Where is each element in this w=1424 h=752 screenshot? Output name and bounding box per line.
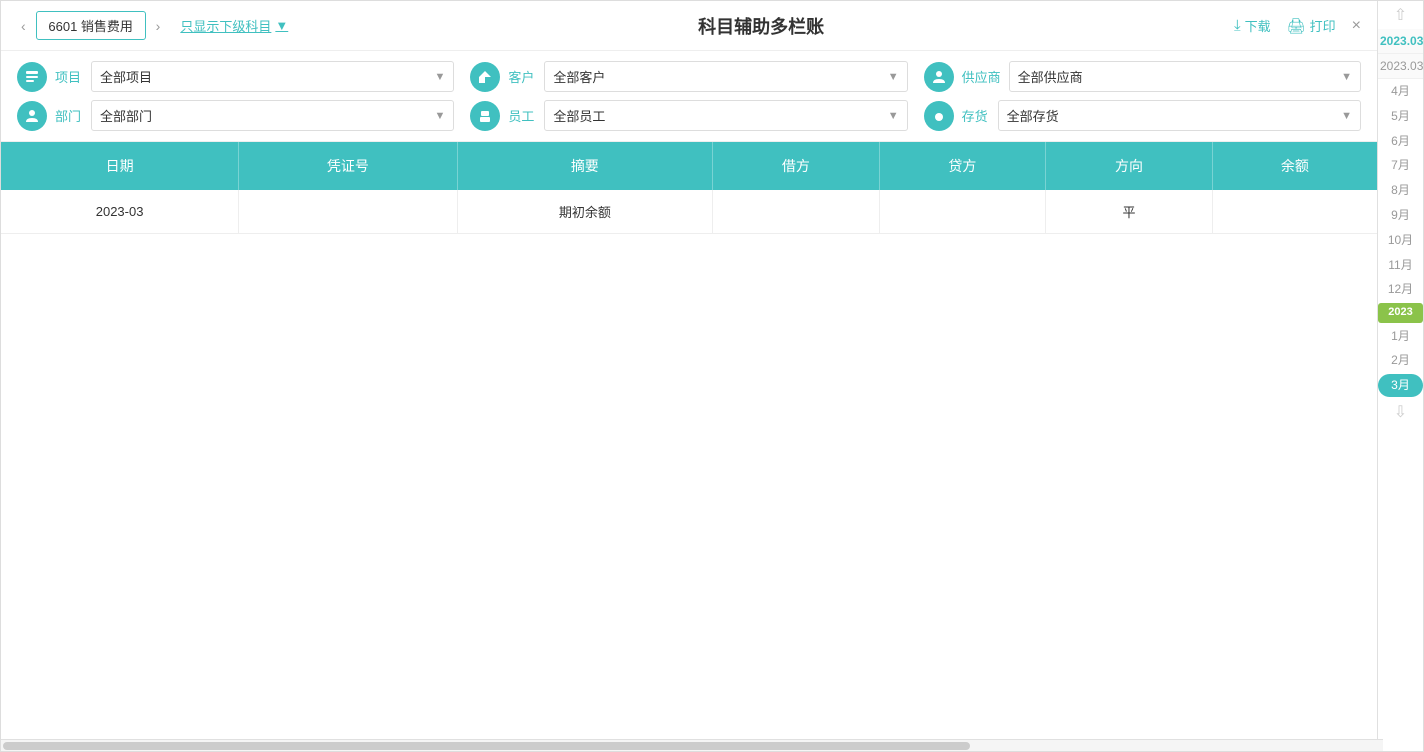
sidebar-month-6[interactable]: 6月 [1378,129,1423,154]
sidebar-scroll-up[interactable]: ⇧ [1378,1,1423,29]
show-sub-dropdown-icon: ▼ [275,18,288,33]
inventory-dropdown-icon: ▼ [1341,110,1352,122]
header-actions: ⤓ 下载 🖨 打印 [1234,16,1336,35]
employee-dropdown-icon: ▼ [888,110,899,122]
filter-row-1: 项目 全部项目 ▼ 客户 全部客户 ▼ [17,61,1361,92]
print-label: 打印 [1310,16,1336,35]
col-summary: 摘要 [457,142,712,190]
main-table-section: 日期 凭证号 摘要 借方 贷方 方向 余额 2023-03 期初余额 [1,142,1377,234]
header-bar: ‹ 6601 销售费用 › 只显示下级科目 ▼ 科目辅助多栏账 ⤓ 下载 🖨 打… [1,1,1377,51]
project-dropdown-icon: ▼ [434,71,445,83]
cell-balance [1212,190,1377,234]
sidebar-month-12[interactable]: 12月 [1378,277,1423,302]
supplier-icon [924,62,954,92]
col-direction: 方向 [1046,142,1213,190]
col-voucher: 凭证号 [239,142,457,190]
filter-department: 部门 全部部门 ▼ [17,100,454,131]
inventory-label: 存货 [962,106,990,125]
ledger-table: 日期 凭证号 摘要 借方 贷方 方向 余额 2023-03 期初余额 [1,142,1377,234]
cell-credit [879,190,1046,234]
cell-voucher [239,190,457,234]
sidebar-year-2023[interactable]: 2023 [1378,303,1423,322]
department-label: 部门 [55,106,83,125]
nav-left: ‹ 6601 销售费用 › [17,11,164,40]
col-debit: 借方 [713,142,880,190]
inventory-icon [924,101,954,131]
employee-icon [470,101,500,131]
col-date: 日期 [1,142,239,190]
department-value: 全部部门 [100,106,152,125]
filter-project: 项目 全部项目 ▼ [17,61,454,92]
cell-summary: 期初余额 [457,190,712,234]
project-value: 全部项目 [100,67,152,86]
download-btn[interactable]: ⤓ 下载 [1234,16,1271,35]
employee-label: 员工 [508,106,536,125]
sidebar-month-3-active[interactable]: 3月 [1378,374,1423,397]
supplier-select[interactable]: 全部供应商 ▼ [1009,61,1361,92]
nav-prev-arrow[interactable]: ‹ [17,16,30,36]
supplier-value: 全部供应商 [1018,67,1083,86]
sidebar-month-1[interactable]: 1月 [1378,324,1423,349]
sidebar-month-8[interactable]: 8月 [1378,178,1423,203]
sidebar-month-5[interactable]: 5月 [1378,104,1423,129]
sidebar-month-11[interactable]: 11月 [1378,253,1423,278]
filter-row-2: 部门 全部部门 ▼ 员工 全部员工 ▼ [17,100,1361,131]
print-btn[interactable]: 🖨 打印 [1287,16,1336,35]
table-row: 2023-03 期初余额 平 [1,190,1377,234]
sidebar-date-2023-03-first[interactable]: 2023.03 [1378,29,1423,54]
close-button[interactable]: × [1352,17,1361,35]
filter-customer: 客户 全部客户 ▼ [470,61,907,92]
sidebar-date-2023-03-second[interactable]: 2023.03 [1378,54,1423,79]
customer-value: 全部客户 [553,67,605,86]
department-select[interactable]: 全部部门 ▼ [91,100,454,131]
department-dropdown-icon: ▼ [434,110,445,122]
horizontal-scrollbar[interactable] [1,739,1383,751]
col-credit: 贷方 [879,142,1046,190]
sidebar-month-9[interactable]: 9月 [1378,203,1423,228]
project-label: 项目 [55,67,83,86]
sidebar-month-7[interactable]: 7月 [1378,153,1423,178]
cell-debit [713,190,880,234]
supplier-dropdown-icon: ▼ [1341,71,1352,83]
account-code-display[interactable]: 6601 销售费用 [36,11,146,40]
show-sub-label: 只显示下级科目 [180,16,271,35]
supplier-label: 供应商 [962,67,1001,86]
print-icon: 🖨 [1287,17,1306,35]
table-header-row: 日期 凭证号 摘要 借方 贷方 方向 余额 [1,142,1377,190]
project-select[interactable]: 全部项目 ▼ [91,61,454,92]
page-title: 科目辅助多栏账 [288,13,1234,39]
customer-select[interactable]: 全部客户 ▼ [544,61,907,92]
customer-label: 客户 [508,67,536,86]
sidebar-month-2[interactable]: 2月 [1378,348,1423,373]
show-sub-account-btn[interactable]: 只显示下级科目 ▼ [180,16,288,35]
download-icon: ⤓ [1234,17,1241,34]
customer-dropdown-icon: ▼ [888,71,899,83]
download-label: 下载 [1245,16,1271,35]
customer-icon [470,62,500,92]
cell-direction: 平 [1046,190,1213,234]
scrollbar-thumb[interactable] [3,742,970,750]
filter-employee: 员工 全部员工 ▼ [470,100,907,131]
project-icon [17,62,47,92]
nav-next-arrow[interactable]: › [152,16,165,36]
timeline-sidebar: ⇧ 2023.03 2023.03 4月 5月 6月 7月 8月 9月 10月 … [1377,1,1423,751]
cell-date: 2023-03 [1,190,239,234]
sidebar-scroll-down[interactable]: ⇩ [1378,398,1423,426]
col-balance: 余额 [1212,142,1377,190]
inventory-select[interactable]: 全部存货 ▼ [998,100,1361,131]
filter-supplier: 供应商 全部供应商 ▼ [924,61,1361,92]
department-icon [17,101,47,131]
employee-value: 全部员工 [553,106,605,125]
filter-section: 项目 全部项目 ▼ 客户 全部客户 ▼ [1,51,1377,142]
filter-inventory: 存货 全部存货 ▼ [924,100,1361,131]
sidebar-month-4[interactable]: 4月 [1378,79,1423,104]
inventory-value: 全部存货 [1007,106,1059,125]
sidebar-month-10[interactable]: 10月 [1378,228,1423,253]
employee-select[interactable]: 全部员工 ▼ [544,100,907,131]
